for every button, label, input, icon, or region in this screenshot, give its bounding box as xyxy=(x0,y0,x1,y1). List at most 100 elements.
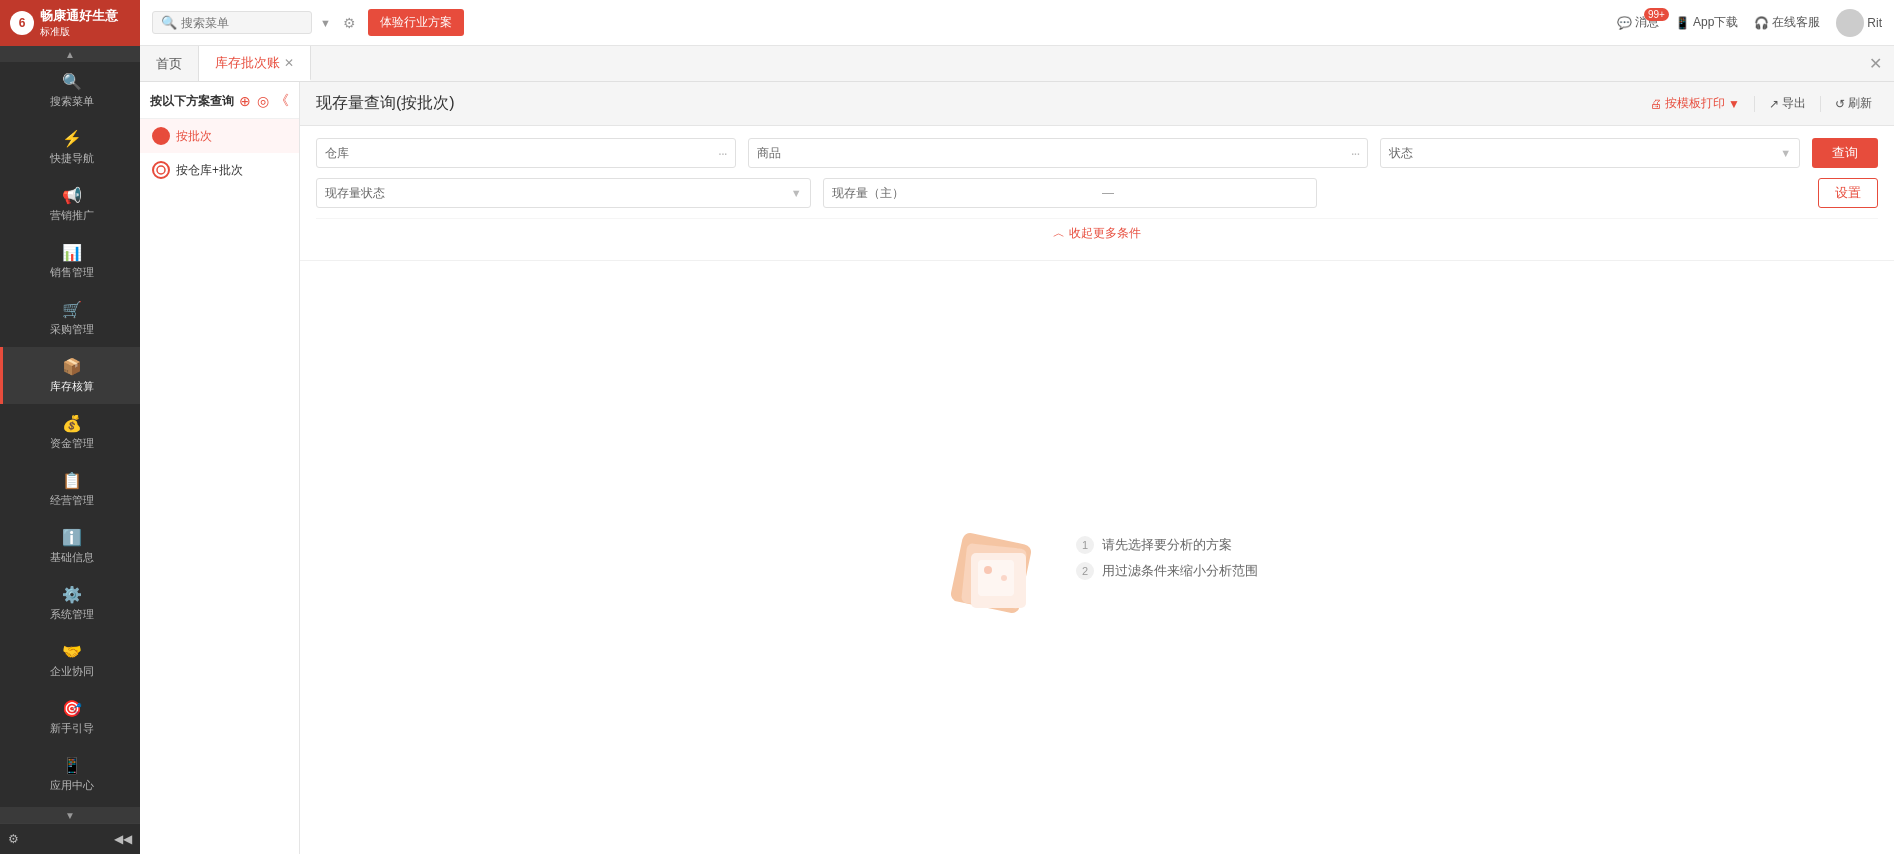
collapse-panel-icon[interactable]: 《 xyxy=(275,92,289,110)
inventory-status-dropdown-icon[interactable]: ▼ xyxy=(791,187,802,199)
page-header-actions: 🖨 按模板打印 ▼ ↗ 导出 ↺ 刷新 xyxy=(1644,92,1878,115)
basic-info-icon: ℹ️ xyxy=(62,528,82,547)
page-header: 现存量查询(按批次) 🖨 按模板打印 ▼ ↗ 导出 ↺ 刷 xyxy=(300,82,1894,126)
left-panel: 按以下方案查询 ⊕ ◎ 《 按批次 按仓库+批次 xyxy=(140,82,300,854)
sidebar-item-guide[interactable]: 🎯 新手引导 xyxy=(0,689,140,746)
product-more-icon[interactable]: ··· xyxy=(1351,145,1360,161)
warehouse-input[interactable] xyxy=(353,146,714,160)
sidebar-item-finance[interactable]: 💰 资金管理 xyxy=(0,404,140,461)
search-box[interactable]: 🔍 xyxy=(152,11,312,34)
status-dropdown-icon[interactable]: ▼ xyxy=(1780,147,1791,159)
messages-badge: 99+ xyxy=(1644,8,1669,21)
sidebar-item-sales[interactable]: 📊 销售管理 xyxy=(0,233,140,290)
collapse-sidebar-button[interactable]: ◀◀ xyxy=(114,832,132,846)
print-button[interactable]: 🖨 按模板打印 ▼ xyxy=(1644,92,1746,115)
scheme-active-icon xyxy=(152,127,170,145)
product-filter[interactable]: 商品 ··· xyxy=(748,138,1369,168)
sidebar-item-search[interactable]: 🔍 搜索菜单 xyxy=(0,62,140,119)
printer-icon: 🖨 xyxy=(1650,97,1662,111)
warehouse-filter[interactable]: 仓库 ··· xyxy=(316,138,736,168)
left-panel-actions: ⊕ ◎ 《 xyxy=(239,92,289,110)
user-profile[interactable]: Rit xyxy=(1836,9,1882,37)
purchase-icon: 🛒 xyxy=(62,300,82,319)
scheme-item-batch[interactable]: 按批次 xyxy=(140,119,299,153)
status-filter[interactable]: 状态 ▼ xyxy=(1380,138,1800,168)
tab-panel-right: ✕ xyxy=(1869,54,1894,73)
filter-row-1: 仓库 ··· 商品 ··· 状态 ▼ 查询 xyxy=(316,138,1878,168)
empty-tips: 1 请先选择要分析的方案 2 用过滤条件来缩小分析范围 xyxy=(1076,536,1258,580)
page-title: 现存量查询(按批次) xyxy=(316,93,455,114)
operations-icon: 📋 xyxy=(62,471,82,490)
collapse-filters-button[interactable]: ︿ 收起更多条件 xyxy=(316,218,1878,248)
query-button[interactable]: 查询 xyxy=(1812,138,1878,168)
sidebar-items-list: 🔍 搜索菜单 ⚡ 快捷导航 📢 营销推广 📊 销售管理 🛒 采购管理 📦 库存核… xyxy=(0,62,140,807)
filter-area: 仓库 ··· 商品 ··· 状态 ▼ 查询 xyxy=(300,126,1894,261)
sidebar-scroll-up[interactable]: ▲ xyxy=(0,46,140,62)
online-service-button[interactable]: 🎧 在线客服 xyxy=(1754,14,1820,31)
avatar xyxy=(1836,9,1864,37)
refresh-icon: ↺ xyxy=(1835,97,1845,111)
divider2 xyxy=(1820,96,1821,112)
search-icon: 🔍 xyxy=(62,72,82,91)
sidebar-item-marketing[interactable]: 📢 营销推广 xyxy=(0,176,140,233)
service-icon: 🎧 xyxy=(1754,16,1769,30)
close-panel-button[interactable]: ✕ xyxy=(1869,54,1882,73)
tab-inventory-batch[interactable]: 库存批次账 ✕ xyxy=(199,46,311,81)
svg-rect-6 xyxy=(978,560,1014,596)
empty-tip-2: 2 用过滤条件来缩小分析范围 xyxy=(1076,562,1258,580)
sidebar-item-app-center[interactable]: 📱 应用中心 xyxy=(0,746,140,803)
brand-logo: 6 xyxy=(10,11,34,35)
sidebar: 6 畅康通好生意 标准版 ▲ 🔍 搜索菜单 ⚡ 快捷导航 📢 营销推广 📊 销售… xyxy=(0,0,140,854)
inventory-status-filter[interactable]: 现存量状态 ▼ xyxy=(316,178,811,208)
topbar-right: 💬 消息 99+ 📱 App下载 🎧 在线客服 Rit xyxy=(1617,9,1882,37)
tab-close-icon[interactable]: ✕ xyxy=(284,56,294,70)
brand-text: 畅康通好生意 标准版 xyxy=(40,8,118,38)
tabbar: 首页 库存批次账 ✕ ✕ xyxy=(140,46,1894,82)
sidebar-item-purchase[interactable]: 🛒 采购管理 xyxy=(0,290,140,347)
gear-icon[interactable]: ⚙ xyxy=(343,15,356,31)
svg-point-2 xyxy=(157,166,165,174)
sidebar-item-operations[interactable]: 📋 经营管理 xyxy=(0,461,140,518)
print-dropdown-icon[interactable]: ▼ xyxy=(1728,97,1740,111)
search-input[interactable] xyxy=(181,16,281,30)
sales-icon: 📊 xyxy=(62,243,82,262)
sidebar-item-basic-info[interactable]: ℹ️ 基础信息 xyxy=(0,518,140,575)
sidebar-header: 6 畅康通好生意 标准版 xyxy=(0,0,140,46)
sidebar-item-system[interactable]: ⚙️ 系统管理 xyxy=(0,575,140,632)
export-button[interactable]: ↗ 导出 xyxy=(1763,92,1812,115)
content-area: 按以下方案查询 ⊕ ◎ 《 按批次 按仓库+批次 xyxy=(140,82,1894,854)
qty-from-input[interactable] xyxy=(908,186,1098,200)
download-icon: 📱 xyxy=(1675,16,1690,30)
warehouse-more-icon[interactable]: ··· xyxy=(718,145,727,161)
tab-home[interactable]: 首页 xyxy=(140,46,199,81)
system-icon: ⚙️ xyxy=(62,585,82,604)
message-icon: 💬 xyxy=(1617,16,1632,30)
sidebar-scroll-down[interactable]: ▼ xyxy=(0,807,140,823)
sidebar-item-quick-nav[interactable]: ⚡ 快捷导航 xyxy=(0,119,140,176)
messages-button[interactable]: 💬 消息 99+ xyxy=(1617,14,1659,31)
right-panel: 现存量查询(按批次) 🖨 按模板打印 ▼ ↗ 导出 ↺ 刷 xyxy=(300,82,1894,854)
app-center-icon: 📱 xyxy=(62,756,82,775)
empty-illustration xyxy=(936,508,1036,608)
app-download-button[interactable]: 📱 App下载 xyxy=(1675,14,1738,31)
scheme-settings-icon[interactable]: ◎ xyxy=(257,93,269,109)
scheme-item-warehouse-batch[interactable]: 按仓库+批次 xyxy=(140,153,299,187)
svg-point-1 xyxy=(159,134,163,138)
collapse-icon: ︿ xyxy=(1053,226,1068,240)
sidebar-item-enterprise[interactable]: 🤝 企业协同 xyxy=(0,632,140,689)
refresh-button[interactable]: ↺ 刷新 xyxy=(1829,92,1878,115)
inventory-qty-filter[interactable]: 现存量（主） — xyxy=(823,178,1318,208)
enterprise-icon: 🤝 xyxy=(62,642,82,661)
search-icon: 🔍 xyxy=(161,15,177,30)
dropdown-chevron-icon[interactable]: ▼ xyxy=(320,17,331,29)
svg-point-8 xyxy=(1001,575,1007,581)
quick-nav-icon: ⚡ xyxy=(62,129,82,148)
qty-to-input[interactable] xyxy=(1118,186,1308,200)
industry-solution-button[interactable]: 体验行业方案 xyxy=(368,9,464,36)
product-input[interactable] xyxy=(785,146,1347,160)
settings-button[interactable]: ⚙ xyxy=(8,832,19,846)
settings-button[interactable]: 设置 xyxy=(1818,178,1878,208)
sidebar-footer: ⚙ ◀◀ xyxy=(0,823,140,854)
add-scheme-icon[interactable]: ⊕ xyxy=(239,93,251,109)
sidebar-item-inventory[interactable]: 📦 库存核算 xyxy=(0,347,140,404)
